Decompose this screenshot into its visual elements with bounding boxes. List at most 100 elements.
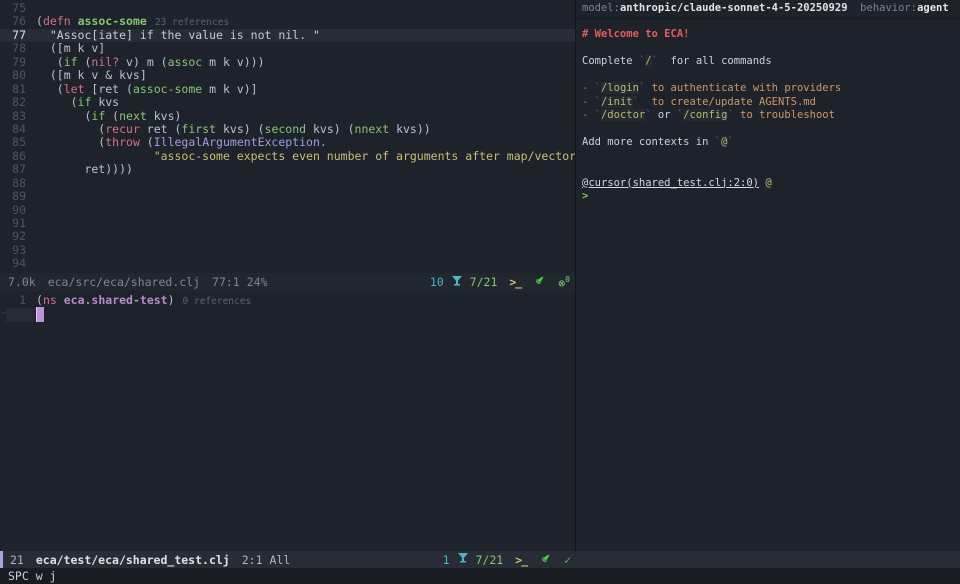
key-echo: SPC w j <box>8 569 57 583</box>
code-line[interactable]: 83 (if (next kvs) <box>0 108 575 123</box>
code-line[interactable]: 84 (recur ret (first kvs) (second kvs) (… <box>0 121 575 136</box>
terminal-prompt-icon: >_ <box>515 552 528 567</box>
code-line[interactable]: 87 ret)))) <box>0 162 575 177</box>
code-text: (defn assoc-some 23 references <box>36 14 229 29</box>
inline-code: /config <box>683 109 728 121</box>
model-value[interactable]: anthropic/claude-sonnet-4-5-20250929 <box>620 2 848 14</box>
list-bullet: - <box>582 109 595 121</box>
editor-window-shared-test-clj[interactable]: ~ 1 (ns eca.shared-test) 0 references <box>0 291 575 554</box>
code-line[interactable]: 88 <box>0 175 575 190</box>
line-number: 88 <box>12 175 26 190</box>
code-token: m k v)] <box>202 81 258 96</box>
code-line[interactable]: 1 (ns eca.shared-test) 0 references <box>0 293 575 307</box>
code-text: (if (nil? v) m (assoc m k v))) <box>36 55 265 69</box>
code-token: assoc-some <box>77 14 147 29</box>
code-line[interactable]: 82 (if kvs <box>0 95 575 110</box>
chat-line: - `/login` to authenticate with provider… <box>582 82 960 96</box>
checkmark-icon: ✓ <box>564 552 571 567</box>
code-token: ( <box>36 121 106 136</box>
chat-line: > <box>582 190 960 204</box>
code-token: ( <box>139 135 154 150</box>
code-token: ( <box>36 54 64 69</box>
code-line[interactable]: 75 <box>0 1 575 15</box>
buffer-path: eca/test/eca/shared_test.clj <box>35 552 230 567</box>
code-token: throw <box>105 135 140 150</box>
code-line[interactable]: 76 (defn assoc-some 23 references <box>0 14 575 29</box>
code-token: let <box>63 81 85 96</box>
code-text: "assoc-some expects even number of argum… <box>36 149 575 163</box>
code-line[interactable]: 78 ([m k v] <box>0 41 575 56</box>
code-line[interactable]: 91 <box>0 216 575 230</box>
code-line[interactable]: 77 "Assoc[iate] if the value is not nil.… <box>0 27 575 43</box>
code-token: kvs) ( <box>306 121 355 136</box>
code-token: ret ( <box>139 121 182 136</box>
chat-text: for all commands <box>657 55 772 67</box>
code-line[interactable]: 92 <box>0 229 575 243</box>
code-line[interactable]: 85 (throw (IllegalArgumentException. <box>0 135 575 150</box>
inline-code: /doctor <box>600 109 646 121</box>
code-token: eca.shared-test <box>63 293 168 307</box>
code-line[interactable]: 80 ([m k v & kvs] <box>0 68 575 83</box>
text-cursor[interactable] <box>36 307 44 322</box>
code-token: ( <box>36 135 106 150</box>
code-token: first <box>181 121 217 136</box>
line-number: 90 <box>12 202 26 217</box>
code-token: ( <box>77 54 92 69</box>
code-token: v) m ( <box>119 54 168 69</box>
model-label: model: <box>582 2 620 14</box>
references-lens[interactable]: 23 references <box>147 17 229 28</box>
behavior-value[interactable]: agent <box>917 2 949 14</box>
line-number: 77 <box>12 27 26 42</box>
eca-chat-body: # Welcome to ECA! Complete `/` for all co… <box>582 28 960 204</box>
editor-window-shared-clj[interactable]: 75 76 (defn assoc-some 23 references 77 "Ass… <box>0 0 575 275</box>
code-token: ) <box>167 293 175 307</box>
line-number: 1 <box>19 293 26 307</box>
evil-state-bar <box>0 551 3 568</box>
scroll-percent: All <box>269 552 291 567</box>
code-token: nil? <box>91 54 120 69</box>
emacs-frame: 75 76 (defn assoc-some 23 references 77 "Ass… <box>0 0 960 584</box>
line-number: 78 <box>12 41 26 56</box>
code-token: if <box>77 95 92 110</box>
chat-prompt-marker[interactable]: > <box>582 190 588 202</box>
line-number: 83 <box>12 108 26 123</box>
line-number: 94 <box>12 256 26 271</box>
code-token: assoc <box>167 54 203 69</box>
code-token: assoc-some <box>132 81 203 96</box>
line-number: 80 <box>12 68 26 83</box>
chat-line <box>582 42 960 56</box>
code-text: (if (next kvs) <box>36 109 181 123</box>
line-number: 86 <box>12 148 26 163</box>
references-lens[interactable]: 0 references <box>175 296 252 307</box>
line-number: 75 <box>12 1 26 15</box>
cursor-position: 77:1 <box>212 275 240 289</box>
code-line[interactable]: 89 <box>0 189 575 204</box>
chat-text: to troubleshoot <box>733 109 835 121</box>
cursor-position: 2:1 <box>241 552 263 567</box>
match-count: 7/21 <box>469 275 498 289</box>
code-line[interactable]: 93 <box>0 243 575 257</box>
line-number: 89 <box>12 189 26 204</box>
chat-text: or <box>651 109 677 121</box>
code-token: ( <box>36 293 43 307</box>
code-line[interactable]: 79 (if (nil? v) m (assoc m k v))) <box>0 55 575 69</box>
code-token: kvs) <box>146 108 182 123</box>
chat-line: # Welcome to ECA! <box>582 28 960 42</box>
code-line[interactable]: 94 <box>0 256 575 271</box>
cursor-context-link[interactable]: @cursor(shared_test.clj:2:0) <box>582 177 759 189</box>
line-number: 87 <box>12 162 26 177</box>
code-token: ( <box>105 108 120 123</box>
code-token: [ret ( <box>84 81 133 96</box>
code-token: ret)))) <box>36 162 133 177</box>
terminal-prompt-icon: >_ <box>509 275 522 289</box>
chat-line: @cursor(shared_test.clj:2:0) @ <box>582 177 960 191</box>
eca-chat-panel: model:anthropic/claude-sonnet-4-5-202509… <box>576 0 960 551</box>
welcome-heading: # Welcome to ECA! <box>582 28 690 40</box>
code-line[interactable]: 86 "assoc-some expects even number of ar… <box>0 148 575 163</box>
code-line[interactable]: 90 <box>0 202 575 217</box>
search-count: 10 <box>429 275 444 289</box>
inline-code: @ <box>765 176 772 189</box>
code-token: kvs <box>91 95 120 110</box>
code-line[interactable]: 81 (let [ret (assoc-some m k v)] <box>0 81 575 96</box>
